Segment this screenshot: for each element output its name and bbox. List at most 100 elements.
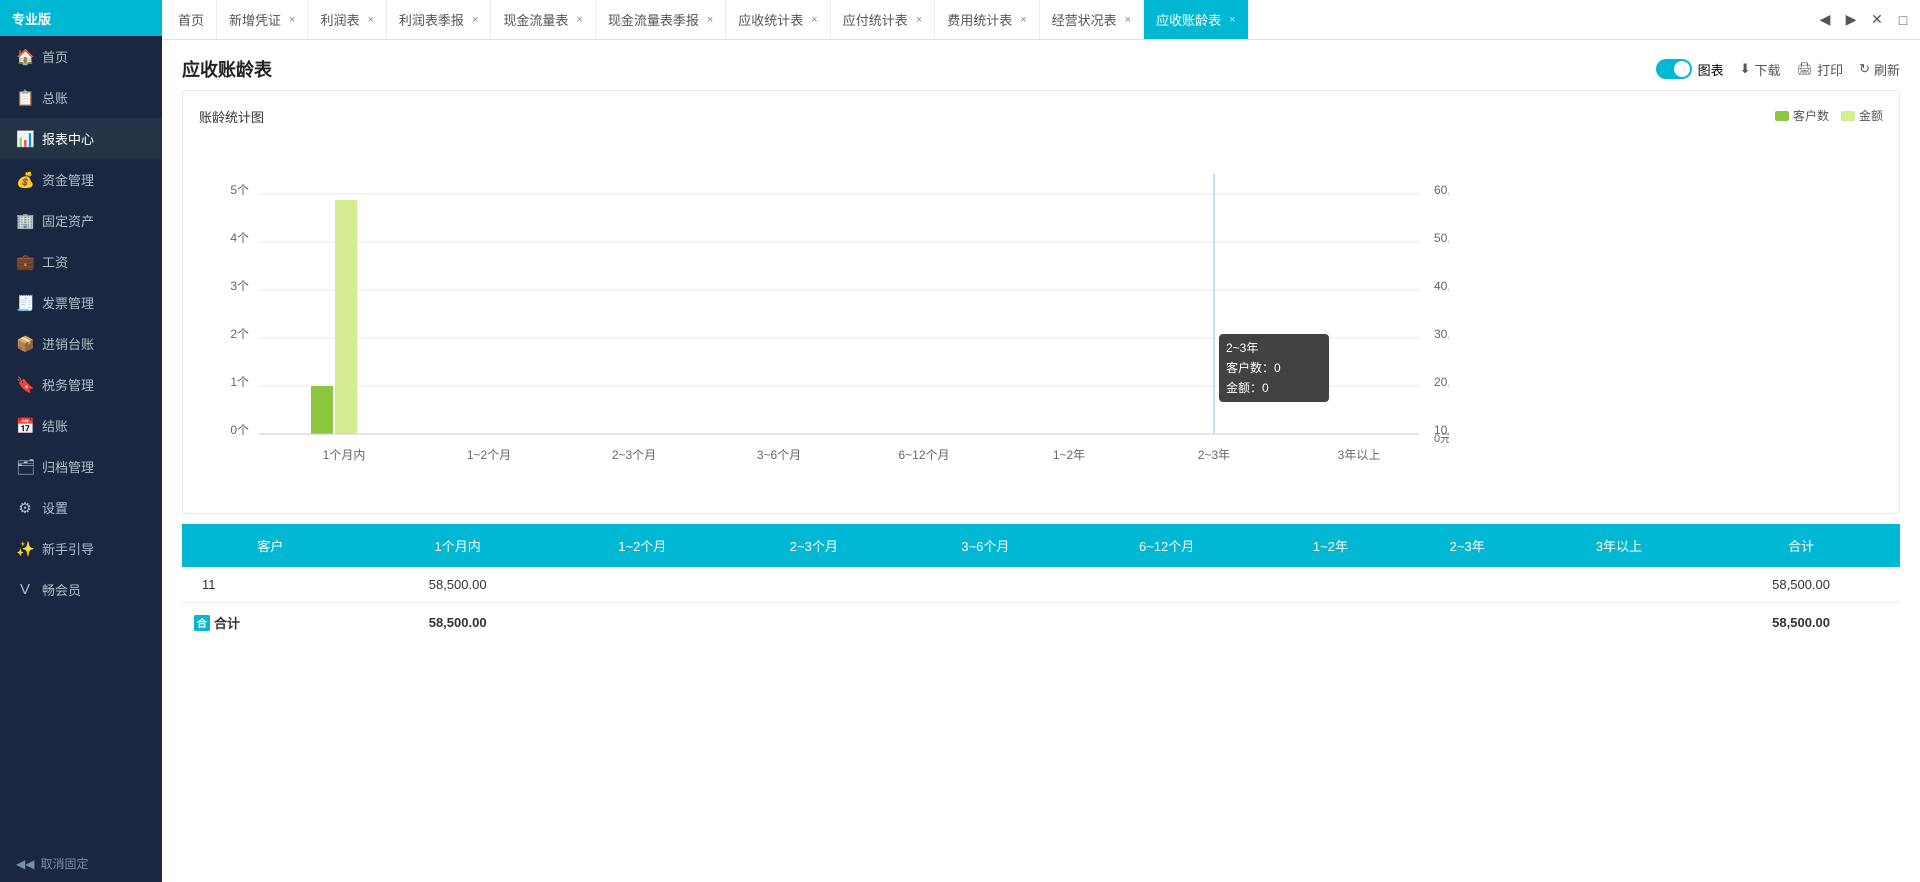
tab-label-voucher: 新增凭证	[229, 10, 281, 29]
table-row: 11 58,500.00 58,500.00	[182, 567, 1900, 603]
sidebar-item-inout[interactable]: 📦 进销台账	[0, 323, 162, 364]
tab-prev-btn[interactable]: ◀	[1812, 0, 1838, 40]
tab-cashflow[interactable]: 现金流量表×	[491, 0, 595, 40]
tab-close-expense[interactable]: ×	[1020, 14, 1026, 26]
refresh-label: 刷新	[1874, 60, 1900, 79]
sidebar-item-home[interactable]: 🏠首页	[0, 36, 162, 77]
tab-maximize-btn[interactable]: □	[1890, 0, 1916, 40]
sidebar-item-guide[interactable]: ✨新手引导	[0, 528, 162, 569]
refresh-btn[interactable]: ↻ 刷新	[1859, 60, 1900, 79]
x-label-4: 3~6个月	[757, 448, 801, 462]
td-total-y23	[1399, 603, 1536, 643]
tooltip-customers: 客户数：0	[1226, 360, 1281, 375]
sidebar-label-reports: 报表中心	[42, 129, 94, 148]
legend-customer-color	[1775, 111, 1789, 121]
sidebar-icon-ledger: 📋	[16, 89, 34, 107]
y-label-1: 1个	[230, 375, 249, 389]
tab-expense[interactable]: 费用统计表 ×	[935, 0, 1039, 40]
tab-ar_stat[interactable]: 应收统计表×	[726, 0, 830, 40]
sidebar-item-member[interactable]: V畅会员	[0, 569, 162, 610]
sidebar-icon-reports: 📊	[16, 130, 34, 148]
print-label: 打印	[1817, 60, 1843, 79]
th-y12: 1~2年	[1262, 524, 1399, 567]
sidebar-icon-inout: 📦	[16, 335, 34, 353]
tab-profit[interactable]: 利润表 ×	[308, 0, 386, 40]
td-total: 58,500.00	[1702, 567, 1900, 603]
tab-profit_q[interactable]: 利润表季报×	[387, 0, 491, 40]
sidebar-item-funds[interactable]: 💰资金管理	[0, 159, 162, 200]
tab-cashflow_q[interactable]: 现金流量表季报×	[596, 0, 726, 40]
td-m1: 58,500.00	[359, 567, 557, 603]
sidebar-icon-member: V	[16, 581, 34, 598]
td-y12	[1262, 567, 1399, 603]
sidebar-item-assets[interactable]: 🏢固定资产	[0, 200, 162, 241]
sidebar-item-reports[interactable]: 📊 报表中心	[0, 118, 162, 159]
sidebar-item-archive[interactable]: 🗂归档管理	[0, 446, 162, 487]
tab-close-cashflow_q[interactable]: ×	[707, 14, 713, 26]
download-btn[interactable]: ⬇ 下载	[1740, 60, 1781, 79]
header-actions: 图表 ⬇ 下载 🖨 打印 ↻ 刷新	[1656, 59, 1900, 79]
page-title: 应收账龄表	[182, 56, 272, 82]
th-m36: 3~6个月	[900, 524, 1072, 567]
sidebar-icon-assets: 🏢	[16, 212, 34, 230]
sidebar-label-tax: 税务管理	[42, 375, 94, 394]
toggle-track[interactable]	[1656, 59, 1692, 79]
sidebar-icon-archive: 🗂	[16, 458, 34, 476]
refresh-icon: ↻	[1859, 61, 1870, 77]
sidebar-item-salary[interactable]: 💼工资	[0, 241, 162, 282]
sidebar-label-salary: 工资	[42, 252, 68, 271]
chart-toggle[interactable]: 图表	[1656, 59, 1724, 79]
x-label-8: 3年以上	[1338, 448, 1381, 462]
tab-close-ar_aging[interactable]: ×	[1229, 14, 1235, 26]
logo-text: 专业版	[12, 9, 51, 28]
tab-label-expense: 费用统计表	[947, 10, 1012, 29]
y-right-label-30000: 30,000.00元	[1434, 327, 1449, 341]
tab-close-business[interactable]: ×	[1125, 14, 1131, 26]
sidebar-logo: 专业版	[0, 0, 162, 36]
sidebar-icon-invoice: 🧾	[16, 294, 34, 312]
tab-business[interactable]: 经营状况表 ×	[1040, 0, 1144, 40]
tab-next-btn[interactable]: ▶	[1838, 0, 1864, 40]
th-total: 合计	[1702, 524, 1900, 567]
tab-close-ap_stat[interactable]: ×	[916, 14, 922, 26]
sidebar-unpin-btn[interactable]: ◀◀ 取消固定	[0, 845, 162, 882]
print-btn[interactable]: 🖨 打印	[1797, 60, 1844, 79]
toggle-thumb	[1674, 61, 1690, 77]
tab-label-business: 经营状况表	[1052, 10, 1117, 29]
th-m1: 1个月内	[359, 524, 557, 567]
td-total-y3plus	[1536, 603, 1703, 643]
tab-voucher[interactable]: 新增凭证 ×	[217, 0, 308, 40]
sidebar-item-invoice[interactable]: 🧾发票管理	[0, 282, 162, 323]
x-label-3: 2~3个月	[612, 448, 656, 462]
sidebar-item-close[interactable]: 📅结账	[0, 405, 162, 446]
tab-label-profit: 利润表	[320, 10, 359, 29]
sidebar-item-ledger[interactable]: 📋总账	[0, 77, 162, 118]
tab-home[interactable]: 首页	[166, 0, 217, 40]
tab-close-all-btn[interactable]: ✕	[1864, 0, 1890, 40]
th-customer: 客户	[182, 524, 359, 567]
chart-legend: 客户数 金额	[1775, 107, 1883, 124]
tab-close-profit[interactable]: ×	[367, 14, 373, 26]
sidebar-item-settings[interactable]: ⚙设置	[0, 487, 162, 528]
y-label-5: 5个	[230, 183, 249, 197]
tab-close-voucher[interactable]: ×	[289, 14, 295, 26]
total-label-text: 合计	[214, 613, 240, 632]
th-y3plus: 3年以上	[1536, 524, 1703, 567]
sidebar-icon-funds: 💰	[16, 171, 34, 189]
th-m12: 1~2个月	[557, 524, 729, 567]
sidebar-item-tax[interactable]: 🔖税务管理	[0, 364, 162, 405]
tab-close-ar_stat[interactable]: ×	[811, 14, 817, 26]
y-right-label-20000: 20,000.00元	[1434, 375, 1449, 389]
chart-tooltip-group: 2~3年 客户数：0 金额：0	[1219, 334, 1329, 402]
tab-close-profit_q[interactable]: ×	[472, 14, 478, 26]
content-area: 应收账龄表 图表 ⬇ 下载 🖨 打印 ↻ 刷新	[162, 40, 1920, 882]
tab-ar_aging[interactable]: 应收账龄表×	[1144, 0, 1248, 40]
pin-icon: ◀◀	[16, 857, 34, 871]
tab-close-cashflow[interactable]: ×	[576, 14, 582, 26]
download-label: 下载	[1755, 60, 1781, 79]
tooltip-category: 2~3年	[1226, 341, 1258, 355]
x-label-2: 1~2个月	[467, 448, 511, 462]
sidebar-label-inout: 进销台账	[42, 334, 94, 353]
y-label-0: 0个	[230, 423, 249, 437]
tab-ap_stat[interactable]: 应付统计表×	[831, 0, 935, 40]
